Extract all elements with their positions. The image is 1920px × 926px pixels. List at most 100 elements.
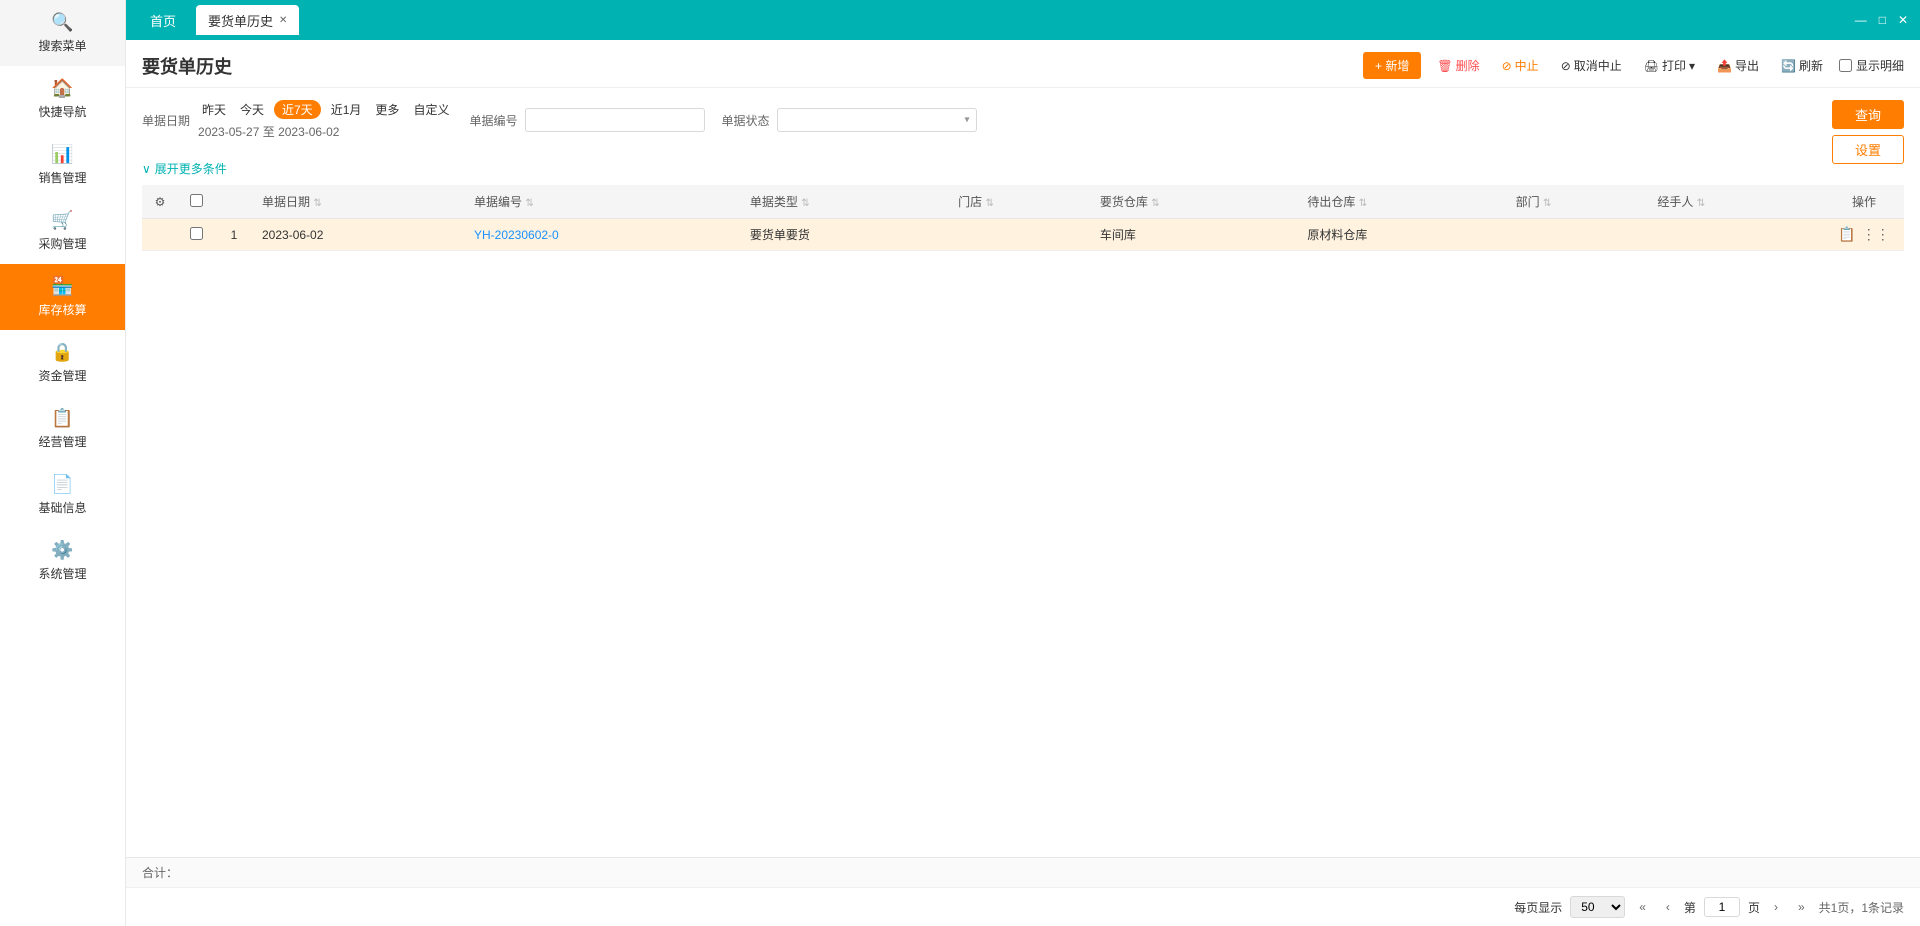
date-btn-custom[interactable]: 自定义 (409, 100, 453, 119)
sort-store-icon: ⇅ (985, 198, 993, 209)
sidebar-item-search-menu[interactable]: 🔍 搜索菜单 (0, 0, 125, 66)
td-checkbox[interactable] (178, 219, 214, 251)
gear-icon: ⚙️ (51, 540, 73, 561)
page-number-input[interactable] (1704, 897, 1740, 917)
sort-dest-wh-icon: ⇅ (1359, 198, 1367, 209)
sidebar-item-sales[interactable]: 📊 销售管理 (0, 132, 125, 198)
expand-down-icon: ∨ (142, 162, 151, 176)
tab-home-label: 首页 (150, 11, 176, 30)
print-button[interactable]: 🖨 打印 ▾ (1638, 53, 1701, 78)
topbar-right: — □ ✕ (1855, 13, 1908, 27)
stop-label: 中止 (1515, 57, 1539, 74)
sort-doctype-icon: ⇅ (801, 198, 809, 209)
table-header: ⚙ 单据日期 ⇅ 单据编号 ⇅ (142, 185, 1904, 219)
sidebar-item-basic-info[interactable]: 📄 基础信息 (0, 462, 125, 528)
sort-req-wh-icon: ⇅ (1151, 198, 1159, 209)
date-btn-today[interactable]: 今天 (236, 100, 268, 119)
window-max-button[interactable]: □ (1879, 13, 1886, 27)
th-handler[interactable]: 经手人 ⇅ (1649, 185, 1824, 219)
select-all-checkbox[interactable] (190, 194, 203, 207)
sidebar-item-quick-nav[interactable]: 🏠 快捷导航 (0, 66, 125, 132)
date-btn-7days[interactable]: 近7天 (274, 100, 321, 119)
table-footer: 合计： (126, 857, 1920, 887)
sidebar-item-label: 资金管理 (38, 367, 86, 384)
view-action-icon[interactable]: 📋 (1838, 226, 1855, 243)
th-doc-no[interactable]: 单据编号 ⇅ (466, 185, 742, 219)
prev-page-button[interactable]: ‹ (1660, 898, 1676, 916)
date-btn-yesterday[interactable]: 昨天 (198, 100, 230, 119)
setting-button[interactable]: 设置 (1832, 135, 1904, 164)
refresh-icon: 🔄 (1781, 59, 1796, 73)
page-header: 要货单历史 + 新增 🗑 删除 ⊘ 中止 ⊘ 取消中止 🖨 打印 (126, 40, 1920, 88)
next-page-button[interactable]: › (1768, 898, 1784, 916)
th-checkbox[interactable] (178, 185, 214, 219)
content-area: 要货单历史 + 新增 🗑 删除 ⊘ 中止 ⊘ 取消中止 🖨 打印 (126, 40, 1920, 926)
filter-status-item: 单据状态 (721, 108, 977, 132)
sidebar-item-operations[interactable]: 📋 经营管理 (0, 396, 125, 462)
tab-home[interactable]: 首页 (138, 5, 188, 35)
sidebar-item-label: 销售管理 (38, 169, 86, 186)
sort-dept-icon: ⇅ (1543, 198, 1551, 209)
sidebar-item-label: 搜索菜单 (38, 37, 86, 54)
refresh-button[interactable]: 🔄 刷新 (1775, 53, 1829, 78)
stop-button[interactable]: ⊘ 中止 (1496, 53, 1545, 78)
table-header-row: ⚙ 单据日期 ⇅ 单据编号 ⇅ (142, 185, 1904, 219)
filter-docno-item: 单据编号 (469, 108, 705, 132)
sort-date-icon: ⇅ (313, 198, 321, 209)
status-select[interactable] (777, 108, 977, 132)
page-label: 第 (1684, 899, 1696, 916)
window-close-button[interactable]: ✕ (1898, 13, 1908, 27)
delete-button[interactable]: 🗑 删除 (1431, 53, 1485, 78)
th-req-warehouse[interactable]: 要货仓库 ⇅ (1092, 185, 1299, 219)
filter-main-row: 单据日期 昨天 今天 近7天 近1月 更多 自定义 2 (142, 100, 1904, 185)
sidebar-item-label: 采购管理 (38, 235, 86, 252)
th-dept[interactable]: 部门 ⇅ (1508, 185, 1650, 219)
delete-label: 删除 (1456, 57, 1480, 74)
display-cells-label: 显示明细 (1856, 57, 1904, 74)
cart-icon: 🛒 (51, 210, 73, 231)
last-page-button[interactable]: » (1792, 898, 1811, 916)
th-doc-type[interactable]: 单据类型 ⇅ (742, 185, 950, 219)
th-dest-warehouse[interactable]: 待出仓库 ⇅ (1299, 185, 1507, 219)
sidebar-item-finance[interactable]: 🔒 资金管理 (0, 330, 125, 396)
edit-action-icon[interactable]: ⋮⋮ (1862, 226, 1890, 243)
sidebar-item-inventory[interactable]: 🏪 库存核算 (0, 264, 125, 330)
table-area: ⚙ 单据日期 ⇅ 单据编号 ⇅ (126, 185, 1920, 857)
th-setting[interactable]: ⚙ (142, 185, 178, 219)
td-doc-type: 要货单要货 (742, 219, 950, 251)
tab-requisition-history[interactable]: 要货单历史 ✕ (196, 5, 299, 35)
th-store[interactable]: 门店 ⇅ (950, 185, 1092, 219)
th-date[interactable]: 单据日期 ⇅ (254, 185, 466, 219)
first-page-button[interactable]: « (1633, 898, 1652, 916)
page-suffix: 页 (1748, 899, 1760, 916)
print-dropdown-icon: ▾ (1689, 59, 1695, 73)
filter-area: 单据日期 昨天 今天 近7天 近1月 更多 自定义 2 (126, 88, 1920, 185)
sidebar-item-system[interactable]: ⚙️ 系统管理 (0, 528, 125, 594)
date-btn-1month[interactable]: 近1月 (327, 100, 366, 119)
table-row: 1 2023-06-02 YH-20230602-0 要货单要货 (142, 219, 1904, 251)
sidebar-item-label: 系统管理 (38, 565, 86, 582)
expand-more-button[interactable]: ∨ 展开更多条件 (142, 160, 1832, 177)
cancel-stop-button[interactable]: ⊘ 取消中止 (1555, 53, 1628, 78)
delete-icon: 🗑 (1437, 59, 1452, 73)
query-button[interactable]: 查询 (1832, 100, 1904, 129)
per-page-select[interactable]: 50 10 20 100 (1570, 896, 1625, 918)
chart-icon: 📊 (51, 144, 73, 165)
doc-no-input[interactable] (525, 108, 705, 132)
date-btn-more[interactable]: 更多 (371, 100, 403, 119)
settings-icon: ⚙ (155, 195, 166, 209)
tab-close-icon[interactable]: ✕ (279, 15, 287, 26)
sidebar-item-label: 基础信息 (38, 499, 86, 516)
window-min-button[interactable]: — (1855, 13, 1867, 27)
row-checkbox[interactable] (190, 227, 203, 240)
export-button[interactable]: 📤 导出 (1711, 53, 1765, 78)
new-button[interactable]: + 新增 (1363, 52, 1421, 79)
cancel-stop-icon: ⊘ (1561, 59, 1571, 73)
display-cells-toggle[interactable]: 显示明细 (1839, 57, 1904, 74)
sidebar-item-purchase[interactable]: 🛒 采购管理 (0, 198, 125, 264)
pagination: 每页显示 50 10 20 100 « ‹ 第 页 › » 共1页，1条记录 (126, 887, 1920, 926)
doc-no-link[interactable]: YH-20230602-0 (474, 228, 559, 242)
display-cells-checkbox[interactable] (1839, 59, 1852, 72)
filter-docno-label: 单据编号 (469, 112, 517, 129)
td-req-warehouse: 车间库 (1092, 219, 1299, 251)
